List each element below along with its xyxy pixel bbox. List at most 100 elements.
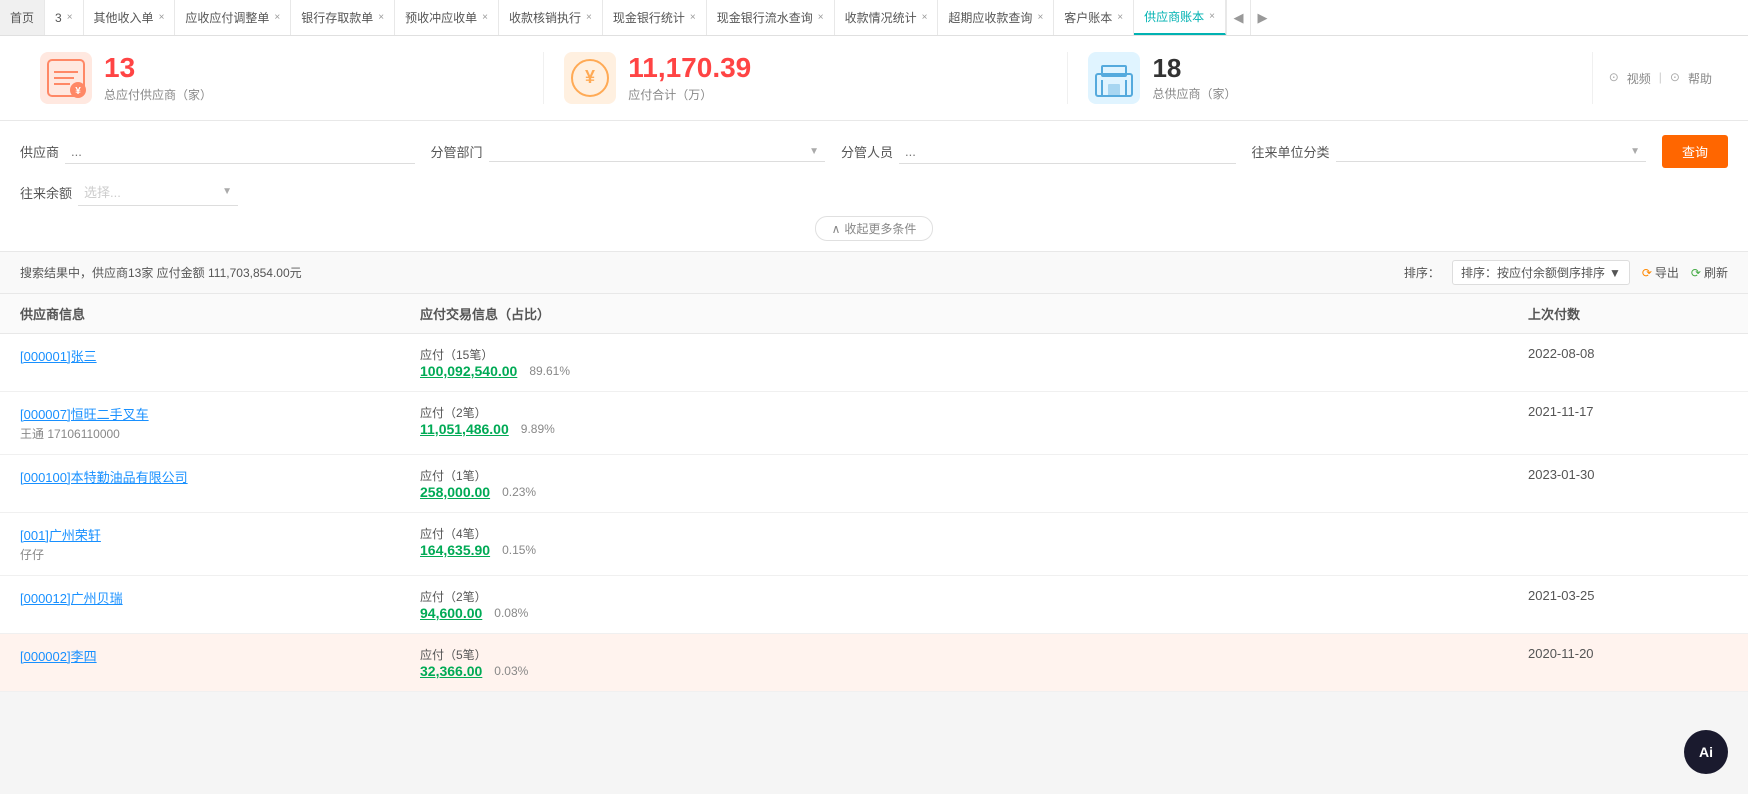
help-icon: ⊙ xyxy=(1670,70,1680,84)
nav-tab-overdue[interactable]: 超期应收款查询 × xyxy=(938,0,1054,35)
transaction-info-5: 应付（5笔） 32,366.00 0.03% xyxy=(420,646,1528,679)
filter-row-1: 供应商 分管部门 ▼ 分管人员 往来单位分类 ▼ 查询 xyxy=(20,135,1728,168)
summary-number-3: 18 xyxy=(1152,54,1236,83)
sort-select[interactable]: 排序：按应付余额倒序排序 ▼ xyxy=(1452,260,1630,285)
table-header: 供应商信息 应付交易信息（占比） 上次付数 xyxy=(0,294,1748,334)
nav-tab-supplier[interactable]: 供应商账本 × xyxy=(1134,0,1226,35)
supplier-input[interactable] xyxy=(65,140,414,164)
nav-tab-adjustment[interactable]: 应收应付调整单 × xyxy=(175,0,291,35)
trans-amount-5[interactable]: 32,366.00 xyxy=(420,663,482,679)
ai-badge[interactable]: Ai xyxy=(1684,730,1728,774)
trans-amount-2[interactable]: 258,000.00 xyxy=(420,484,490,500)
close-icon[interactable]: × xyxy=(1209,11,1215,22)
collapse-button[interactable]: ∧ 收起更多条件 xyxy=(815,216,934,241)
supplier-link-4[interactable]: [000012]广州贝瑞 xyxy=(20,591,123,606)
trans-pct-2: 0.23% xyxy=(502,485,536,499)
close-icon[interactable]: × xyxy=(690,12,696,23)
trans-label-3: 应付（4笔） xyxy=(420,527,487,541)
summary-label-3: 总供应商（家） xyxy=(1152,85,1236,102)
nav-next-arrow[interactable]: ▶ xyxy=(1250,0,1274,35)
close-icon[interactable]: × xyxy=(159,12,165,23)
close-icon[interactable]: × xyxy=(922,12,928,23)
trans-amount-4[interactable]: 94,600.00 xyxy=(420,605,482,621)
refresh-button[interactable]: ⟳ 刷新 xyxy=(1691,264,1728,281)
close-icon[interactable]: × xyxy=(1037,12,1043,23)
svg-text:¥: ¥ xyxy=(585,67,595,87)
person-input[interactable] xyxy=(899,140,1235,164)
balance-filter-label: 往来余额 xyxy=(20,183,72,202)
transaction-info-3: 应付（4笔） 164,635.90 0.15% xyxy=(420,525,1528,558)
close-icon[interactable]: × xyxy=(1117,12,1123,23)
export-button[interactable]: ⟳ 导出 xyxy=(1642,264,1679,281)
summary-item-payable-total: ¥ 11,170.39 应付合计（万） xyxy=(544,52,1068,104)
video-link[interactable]: 视频 xyxy=(1627,70,1651,87)
nav-prev-arrow[interactable]: ◀ xyxy=(1226,0,1250,35)
collapse-area: ∧ 收起更多条件 xyxy=(20,216,1728,241)
filter-item-unit: 往来单位分类 ▼ xyxy=(1252,142,1647,162)
summary-content-2: 11,170.39 应付合计（万） xyxy=(628,53,751,103)
balance-select[interactable]: 选择... ▼ xyxy=(78,178,238,206)
close-icon[interactable]: × xyxy=(67,12,73,23)
close-icon[interactable]: × xyxy=(586,12,592,23)
payable-total-icon: ¥ xyxy=(564,52,616,104)
close-icon[interactable]: × xyxy=(818,12,824,23)
trans-amount-3[interactable]: 164,635.90 xyxy=(420,542,490,558)
nav-tab-bank[interactable]: 银行存取款单 × xyxy=(291,0,395,35)
refresh-icon: ⟳ xyxy=(1691,266,1701,280)
summary-content-3: 18 总供应商（家） xyxy=(1152,54,1236,102)
summary-number-2: 11,170.39 xyxy=(628,53,751,84)
table-row: [000002]李四 应付（5笔） 32,366.00 0.03% 2020-1… xyxy=(0,634,1748,692)
close-icon[interactable]: × xyxy=(274,12,280,23)
nav-tab-other-income[interactable]: 其他收入单 × xyxy=(84,0,176,35)
sort-area: 排序： 排序：按应付余额倒序排序 ▼ ⟳ 导出 ⟳ 刷新 xyxy=(1404,260,1728,285)
last-pay-0: 2022-08-08 xyxy=(1528,346,1728,361)
nav-tab-3[interactable]: 3 × xyxy=(45,0,84,35)
close-icon[interactable]: × xyxy=(482,12,488,23)
filter-item-balance: 往来余额 选择... ▼ xyxy=(20,178,340,206)
supplier-link-5[interactable]: [000002]李四 xyxy=(20,649,97,664)
trans-amount-1[interactable]: 11,051,486.00 xyxy=(420,421,509,437)
nav-tab-collection-stats[interactable]: 收款情况统计 × xyxy=(835,0,939,35)
table-row: [001]广州荣轩 仔仔 应付（4笔） 164,635.90 0.15% xyxy=(0,513,1748,576)
supplier-info-4: [000012]广州贝瑞 xyxy=(20,588,420,607)
trans-amount-0[interactable]: 100,092,540.00 xyxy=(420,363,517,379)
query-button[interactable]: 查询 xyxy=(1662,135,1728,168)
trans-pct-1: 9.89% xyxy=(521,422,555,436)
trans-pct-4: 0.08% xyxy=(494,606,528,620)
supplier-link-2[interactable]: [000100]本特勤油品有限公司 xyxy=(20,470,188,485)
supplier-link-3[interactable]: [001]广州荣轩 xyxy=(20,528,101,543)
trans-label-1: 应付（2笔） xyxy=(420,406,487,420)
nav-tab-customer[interactable]: 客户账本 × xyxy=(1054,0,1134,35)
col-header-lastpay: 上次付数 xyxy=(1528,304,1728,323)
dept-dropdown-icon: ▼ xyxy=(809,146,819,157)
dept-select[interactable]: ▼ xyxy=(489,142,825,162)
last-pay-1: 2021-11-17 xyxy=(1528,404,1728,419)
supplier-contact-3: 仔仔 xyxy=(20,546,420,563)
unit-dropdown-icon: ▼ xyxy=(1630,146,1640,157)
last-pay-5: 2020-11-20 xyxy=(1528,646,1728,661)
summary-content-1: 13 总应付供应商（家） xyxy=(104,53,212,103)
trans-label-0: 应付（15笔） xyxy=(420,348,493,362)
supplier-filter-label: 供应商 xyxy=(20,142,59,161)
total-suppliers-icon xyxy=(1088,52,1140,104)
supplier-link-0[interactable]: [000001]张三 xyxy=(20,349,97,364)
supplier-info-2: [000100]本特勤油品有限公司 xyxy=(20,467,420,486)
sort-dropdown-icon: ▼ xyxy=(1609,266,1621,280)
filter-area: 供应商 分管部门 ▼ 分管人员 往来单位分类 ▼ 查询 往来 xyxy=(0,121,1748,252)
nav-tab-prepay[interactable]: 预收冲应收单 × xyxy=(395,0,499,35)
trans-label-5: 应付（5笔） xyxy=(420,648,487,662)
supplier-contact-1: 王通 17106110000 xyxy=(20,425,420,442)
nav-tab-cash-stats[interactable]: 现金银行统计 × xyxy=(603,0,707,35)
supplier-link-1[interactable]: [000007]恒旺二手叉车 xyxy=(20,407,149,422)
unit-select[interactable]: ▼ xyxy=(1336,142,1646,162)
nav-tab-home[interactable]: 首页 xyxy=(0,0,45,35)
help-link[interactable]: 帮助 xyxy=(1688,70,1712,87)
col-header-transaction: 应付交易信息（占比） xyxy=(420,304,1528,323)
results-bar: 搜索结果中，供应商13家 应付金额 111,703,854.00元 排序： 排序… xyxy=(0,252,1748,294)
supplier-info-3: [001]广州荣轩 仔仔 xyxy=(20,525,420,563)
nav-tab-cash-flow[interactable]: 现金银行流水查询 × xyxy=(707,0,835,35)
person-filter-label: 分管人员 xyxy=(841,142,893,161)
nav-tab-collection[interactable]: 收款核销执行 × xyxy=(499,0,603,35)
close-icon[interactable]: × xyxy=(378,12,384,23)
transaction-info-1: 应付（2笔） 11,051,486.00 9.89% xyxy=(420,404,1528,437)
